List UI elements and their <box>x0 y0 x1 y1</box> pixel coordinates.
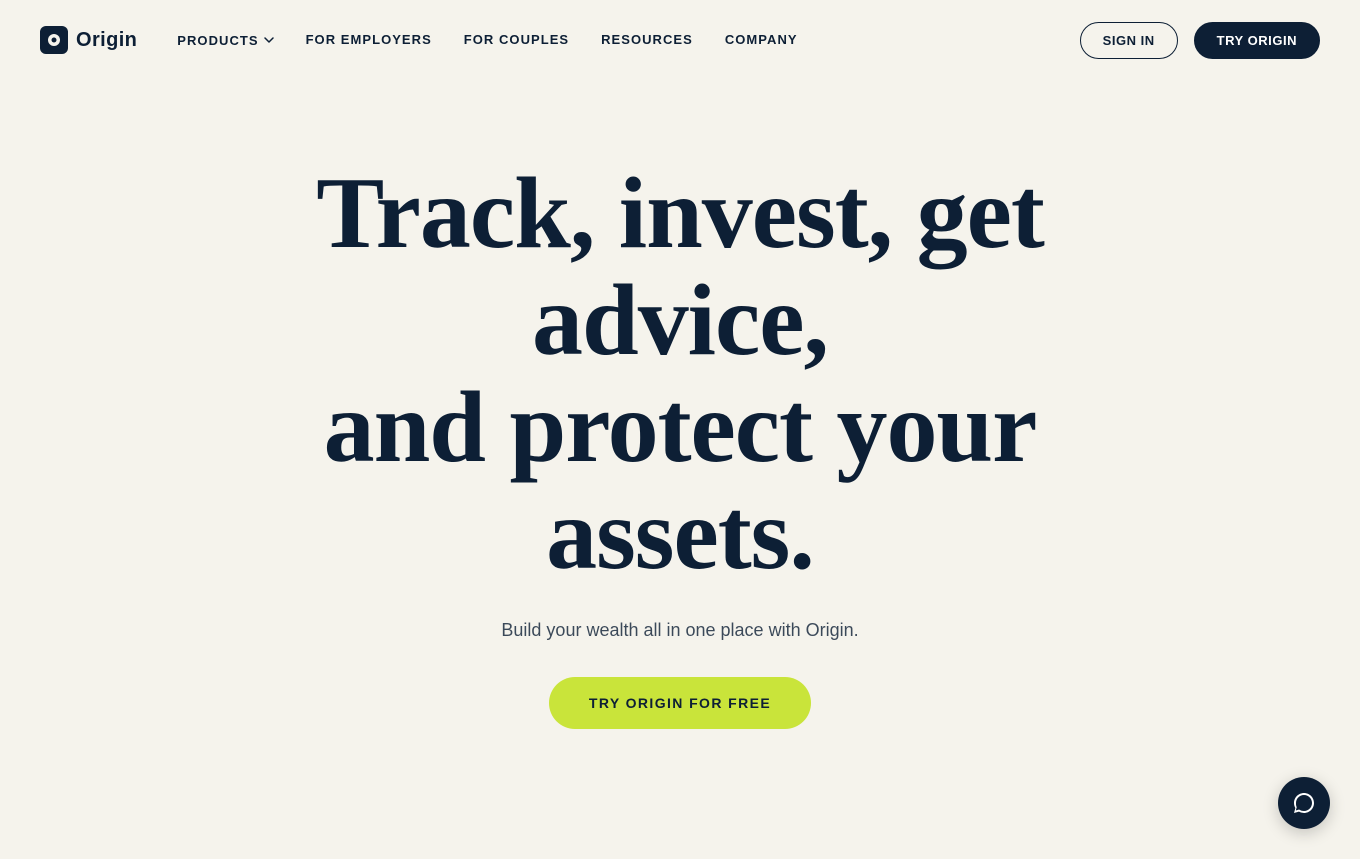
nav-item-company[interactable]: COMPANY <box>725 31 798 49</box>
nav-links: PRODUCTS FOR EMPLOYERS FOR COUPLES RESO <box>177 31 797 49</box>
try-origin-button[interactable]: TRY ORIGIN <box>1194 22 1320 59</box>
hero-cta-button[interactable]: TRY ORIGIN FOR FREE <box>549 677 811 729</box>
hero-subtext: Build your wealth all in one place with … <box>501 620 858 641</box>
nav-item-for-employers[interactable]: FOR EMPLOYERS <box>306 31 432 49</box>
chat-icon <box>1292 791 1316 815</box>
chevron-down-icon <box>264 37 274 43</box>
nav-left: Origin PRODUCTS FOR EMPLOYERS FOR COUPLE… <box>40 26 798 54</box>
hero-headline: Track, invest, get advice, and protect y… <box>180 160 1180 588</box>
nav-link-products[interactable]: PRODUCTS <box>177 33 273 48</box>
hero-section: Track, invest, get advice, and protect y… <box>0 80 1360 789</box>
logo-link[interactable]: Origin <box>40 26 137 54</box>
nav-item-products[interactable]: PRODUCTS <box>177 33 273 48</box>
nav-link-company[interactable]: COMPANY <box>725 32 798 47</box>
nav-link-for-employers[interactable]: FOR EMPLOYERS <box>306 32 432 47</box>
sign-in-button[interactable]: SIGN IN <box>1080 22 1178 59</box>
nav-right: SIGN IN TRY ORIGIN <box>1080 22 1320 59</box>
hero-headline-line2: and protect your assets. <box>324 371 1037 591</box>
main-navigation: Origin PRODUCTS FOR EMPLOYERS FOR COUPLE… <box>0 0 1360 80</box>
nav-item-resources[interactable]: RESOURCES <box>601 31 693 49</box>
nav-link-resources[interactable]: RESOURCES <box>601 32 693 47</box>
chat-widget-button[interactable] <box>1278 777 1330 829</box>
nav-link-for-couples[interactable]: FOR COUPLES <box>464 32 569 47</box>
nav-item-for-couples[interactable]: FOR COUPLES <box>464 31 569 49</box>
logo-text: Origin <box>76 29 137 52</box>
logo-icon <box>40 26 68 54</box>
hero-headline-line1: Track, invest, get advice, <box>316 157 1044 377</box>
